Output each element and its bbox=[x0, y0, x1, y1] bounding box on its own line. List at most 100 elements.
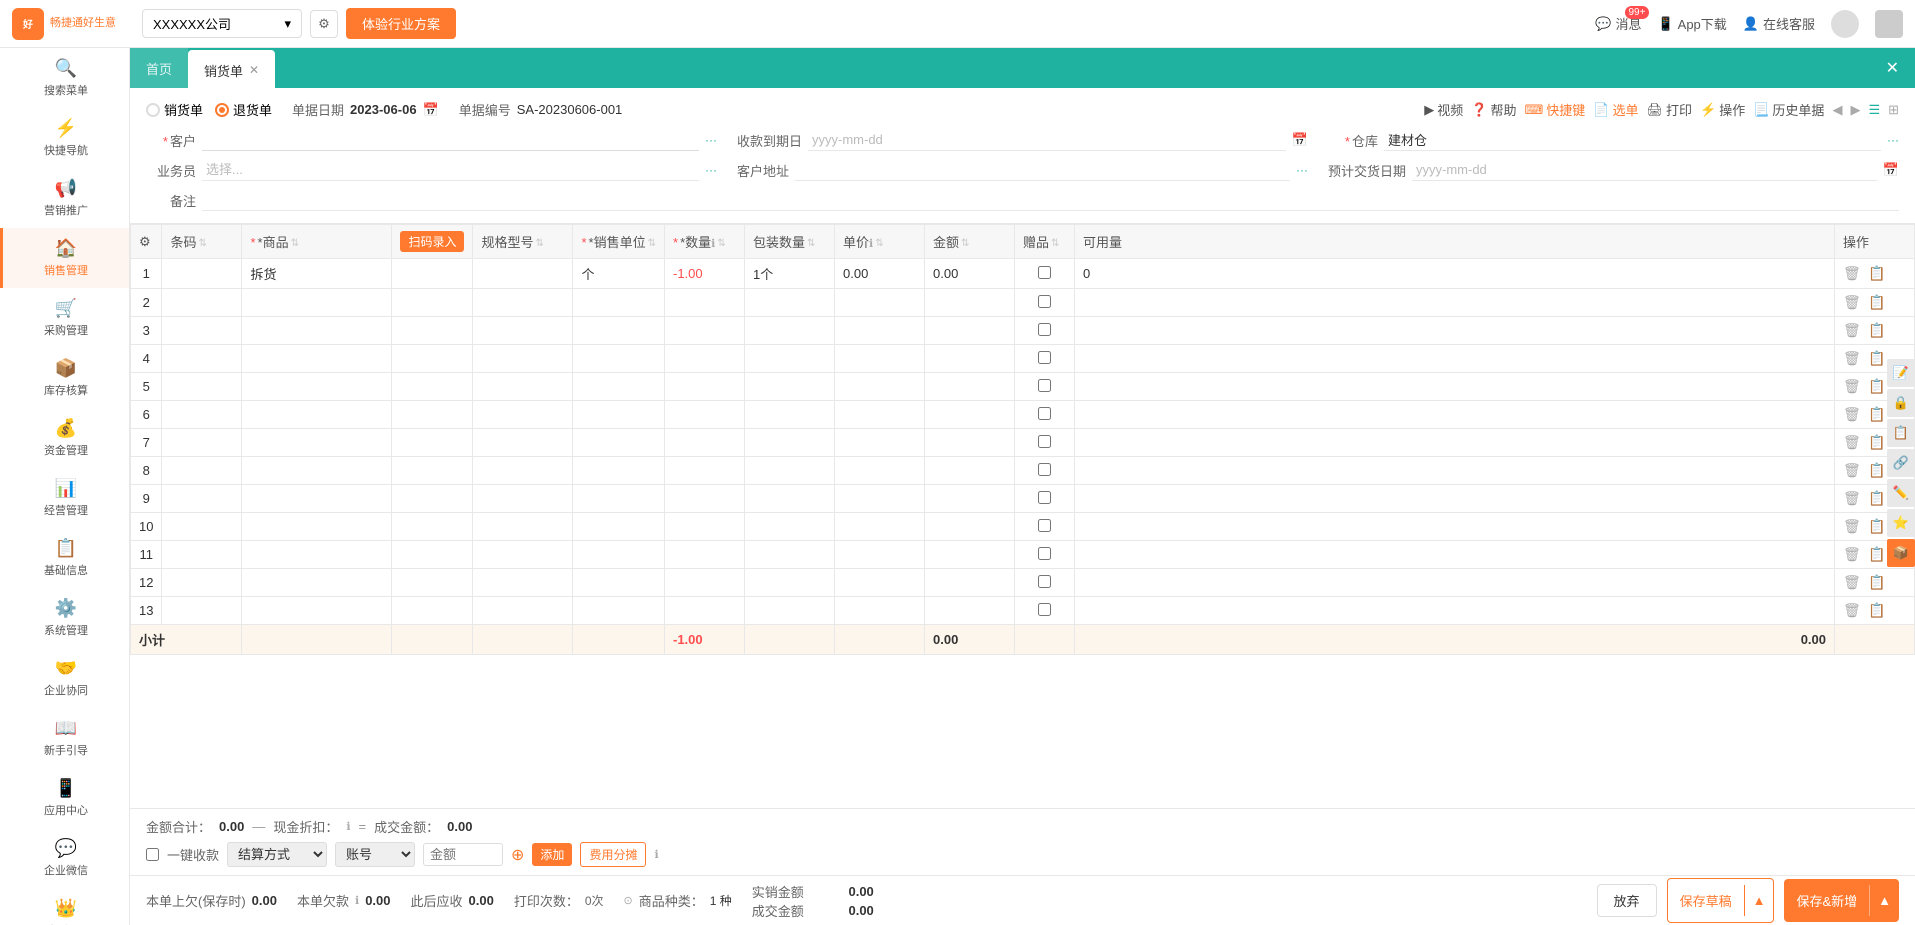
row-goods-12[interactable] bbox=[242, 569, 392, 597]
copy-row-5-icon[interactable]: 📋 bbox=[1868, 378, 1885, 394]
tab-sales-order[interactable]: 销货单 ✕ bbox=[188, 50, 275, 90]
copy-row-11-icon[interactable]: 📋 bbox=[1868, 546, 1885, 562]
sidebar-item-operations[interactable]: 📊 经营管理 bbox=[0, 468, 129, 528]
row-barcode-12[interactable] bbox=[162, 569, 242, 597]
row-price-8[interactable] bbox=[835, 457, 925, 485]
row-barcode-5[interactable] bbox=[162, 373, 242, 401]
copy-row-4-icon[interactable]: 📋 bbox=[1868, 350, 1885, 366]
row-gift-8[interactable] bbox=[1015, 457, 1075, 485]
app-download-btn[interactable]: 📱 App下载 bbox=[1657, 14, 1726, 33]
gift-checkbox-12[interactable] bbox=[1038, 575, 1051, 588]
row-spec-9[interactable] bbox=[473, 485, 573, 513]
row-spec-11[interactable] bbox=[473, 541, 573, 569]
delete-row-9-icon[interactable]: 🗑 bbox=[1843, 490, 1861, 506]
row-barcode-11[interactable] bbox=[162, 541, 242, 569]
row-unit-8[interactable] bbox=[573, 457, 665, 485]
row-price-9[interactable] bbox=[835, 485, 925, 513]
row-price-5[interactable] bbox=[835, 373, 925, 401]
row-spec-13[interactable] bbox=[473, 597, 573, 625]
row-unit-12[interactable] bbox=[573, 569, 665, 597]
row-spec-5[interactable] bbox=[473, 373, 573, 401]
copy-row-9-icon[interactable]: 📋 bbox=[1868, 490, 1885, 506]
gift-checkbox-9[interactable] bbox=[1038, 491, 1051, 504]
delete-row-6-icon[interactable]: 🗑 bbox=[1843, 406, 1861, 422]
scan-button[interactable]: 扫码录入 bbox=[400, 231, 464, 252]
row-pkg-qty-4[interactable] bbox=[745, 345, 835, 373]
one-click-payment-checkbox[interactable] bbox=[146, 848, 159, 861]
grid-view-icon[interactable]: ⊞ bbox=[1888, 102, 1899, 118]
row-spec-3[interactable] bbox=[473, 317, 573, 345]
row-gift-6[interactable] bbox=[1015, 401, 1075, 429]
customer-address-input[interactable] bbox=[795, 159, 1290, 181]
row-pkg-qty-11[interactable] bbox=[745, 541, 835, 569]
float-btn-2[interactable]: 🔒 bbox=[1887, 389, 1915, 417]
row-qty-1[interactable]: -1.00 bbox=[665, 259, 745, 289]
row-pkg-qty-6[interactable] bbox=[745, 401, 835, 429]
help-btn[interactable]: ❓ 帮助 bbox=[1471, 100, 1516, 119]
sidebar-item-app-center[interactable]: 📱 应用中心 bbox=[0, 768, 129, 828]
sidebar-item-sales[interactable]: 🏠 销售管理 bbox=[0, 228, 129, 288]
amount-input[interactable] bbox=[423, 843, 503, 866]
gift-checkbox-3[interactable] bbox=[1038, 323, 1051, 336]
row-goods-1[interactable]: 拆货 bbox=[242, 259, 392, 289]
row-unit-5[interactable] bbox=[573, 373, 665, 401]
settings-icon[interactable]: ⚙ bbox=[310, 10, 338, 38]
save-new-button[interactable]: 保存&新增 ▲ bbox=[1784, 879, 1899, 922]
customer-address-dots-btn[interactable]: ··· bbox=[1296, 163, 1308, 177]
message-btn[interactable]: 💬 消息 99+ bbox=[1595, 14, 1641, 33]
row-qty-3[interactable] bbox=[665, 317, 745, 345]
row-pkg-qty-7[interactable] bbox=[745, 429, 835, 457]
row-qty-5[interactable] bbox=[665, 373, 745, 401]
row-price-6[interactable] bbox=[835, 401, 925, 429]
sort-spec-icon[interactable]: ⇅ bbox=[536, 238, 544, 249]
row-price-12[interactable] bbox=[835, 569, 925, 597]
sidebar-item-search[interactable]: 🔍 搜索菜单 bbox=[0, 48, 129, 108]
row-pkg-qty-1[interactable]: 1个 bbox=[745, 259, 835, 289]
row-unit-7[interactable] bbox=[573, 429, 665, 457]
row-amount-4[interactable] bbox=[925, 345, 1015, 373]
copy-row-3-icon[interactable]: 📋 bbox=[1868, 322, 1885, 338]
sort-goods-icon[interactable]: ⇅ bbox=[291, 238, 299, 249]
history-btn[interactable]: 📃 历史单据 bbox=[1753, 100, 1824, 119]
row-spec-8[interactable] bbox=[473, 457, 573, 485]
gift-checkbox-4[interactable] bbox=[1038, 351, 1051, 364]
add-icon[interactable]: ⊕ bbox=[511, 845, 524, 865]
receive-date-calendar-icon[interactable]: 📅 bbox=[1292, 132, 1308, 148]
add-button[interactable]: 添加 bbox=[532, 843, 572, 866]
row-goods-6[interactable] bbox=[242, 401, 392, 429]
row-qty-8[interactable] bbox=[665, 457, 745, 485]
row-qty-6[interactable] bbox=[665, 401, 745, 429]
copy-row-12-icon[interactable]: 📋 bbox=[1868, 574, 1885, 590]
row-unit-9[interactable] bbox=[573, 485, 665, 513]
row-price-3[interactable] bbox=[835, 317, 925, 345]
row-spec-2[interactable] bbox=[473, 289, 573, 317]
save-draft-button[interactable]: 保存草稿 ▲ bbox=[1667, 878, 1775, 923]
row-amount-9[interactable] bbox=[925, 485, 1015, 513]
row-pkg-qty-5[interactable] bbox=[745, 373, 835, 401]
row-spec-7[interactable] bbox=[473, 429, 573, 457]
row-pkg-qty-2[interactable] bbox=[745, 289, 835, 317]
row-unit-3[interactable] bbox=[573, 317, 665, 345]
sidebar-item-marketing[interactable]: 📢 营销推广 bbox=[0, 168, 129, 228]
row-price-1[interactable]: 0.00 bbox=[835, 259, 925, 289]
row-pkg-qty-8[interactable] bbox=[745, 457, 835, 485]
row-price-2[interactable] bbox=[835, 289, 925, 317]
copy-row-7-icon[interactable]: 📋 bbox=[1868, 434, 1885, 450]
row-amount-6[interactable] bbox=[925, 401, 1015, 429]
row-barcode-9[interactable] bbox=[162, 485, 242, 513]
row-gift-12[interactable] bbox=[1015, 569, 1075, 597]
salesperson-input[interactable] bbox=[202, 159, 699, 181]
expected-date-input[interactable] bbox=[1412, 159, 1877, 181]
row-amount-10[interactable] bbox=[925, 513, 1015, 541]
row-barcode-8[interactable] bbox=[162, 457, 242, 485]
row-goods-4[interactable] bbox=[242, 345, 392, 373]
row-unit-11[interactable] bbox=[573, 541, 665, 569]
warehouse-dots-btn[interactable]: ··· bbox=[1887, 133, 1899, 147]
sidebar-item-member[interactable]: 👑 畅会员 bbox=[0, 888, 129, 925]
row-amount-11[interactable] bbox=[925, 541, 1015, 569]
close-window-icon[interactable]: ✕ bbox=[1886, 58, 1899, 78]
online-service-btn[interactable]: 👤 在线客服 bbox=[1743, 14, 1815, 33]
gift-checkbox-7[interactable] bbox=[1038, 435, 1051, 448]
row-amount-8[interactable] bbox=[925, 457, 1015, 485]
float-btn-7[interactable]: 📦 bbox=[1887, 539, 1915, 567]
